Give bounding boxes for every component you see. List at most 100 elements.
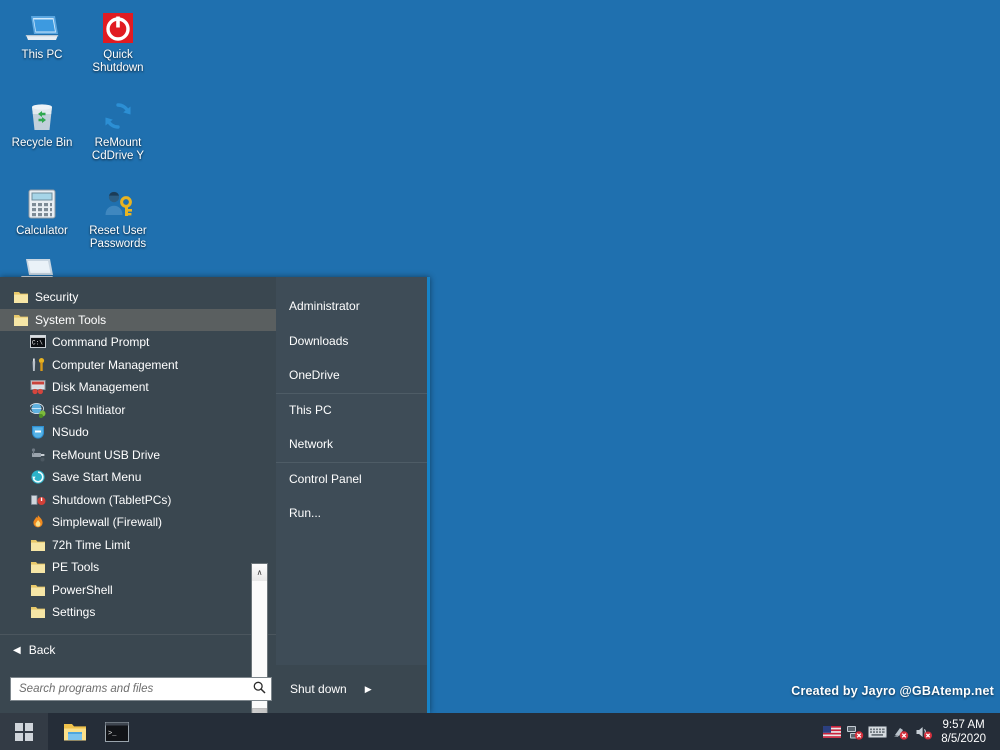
back-arrow-icon: ◀ — [13, 645, 21, 656]
program-item-label: PE Tools — [52, 560, 99, 574]
program-item-72h-time-limit[interactable]: 72h Time Limit — [0, 534, 276, 557]
desktop-icon-label: This PC — [22, 49, 63, 62]
power-icon — [100, 10, 136, 46]
start-menu-right-panel[interactable]: Administrator Downloads OneDrive This PC Net… — [276, 277, 427, 665]
start-menu-bottom-bar: Shut down ▶ — [0, 665, 427, 713]
folder-explorer-icon — [63, 721, 87, 743]
program-item-label: iSCSI Initiator — [52, 403, 125, 417]
taskbar-item-command-prompt[interactable]: >_ — [96, 713, 138, 750]
program-item-label: Save Start Menu — [52, 470, 141, 484]
program-item-label: Computer Management — [52, 358, 178, 372]
folder-icon — [30, 559, 46, 575]
watermark: Created by Jayro @GBAtemp.net — [791, 684, 994, 698]
search-input[interactable] — [19, 683, 253, 695]
program-list[interactable]: Security System Tools C:\Command Prompt … — [0, 277, 276, 634]
desktop-icon-this-pc[interactable]: This PC — [4, 4, 80, 92]
program-item-computer-management[interactable]: Computer Management — [0, 354, 276, 377]
user-key-icon — [100, 186, 136, 222]
refresh-icon — [100, 98, 136, 134]
start-menu-right-item-label: Administrator — [289, 299, 360, 313]
usb-icon — [30, 447, 46, 463]
console-icon: >_ — [105, 722, 129, 742]
program-item-simplewall-firewall[interactable]: Simplewall (Firewall) — [0, 511, 276, 534]
program-item-label: Disk Management — [52, 380, 149, 394]
cmd-icon: C:\ — [30, 334, 46, 350]
folder-icon — [13, 289, 29, 305]
start-menu-right-item-label: Control Panel — [289, 472, 362, 486]
start-menu-right-item-label: OneDrive — [289, 368, 340, 382]
start-menu-right-item-label: This PC — [289, 403, 332, 417]
start-menu-body: Security System Tools C:\Command Prompt … — [0, 277, 427, 665]
shut-down-label: Shut down — [290, 682, 347, 696]
desktop-icon-recycle-bin[interactable]: Recycle Bin — [4, 92, 80, 180]
desktop-icon-label: ReMount CdDrive Y — [81, 137, 155, 163]
desktop-icon-quick-shutdown[interactable]: Quick Shutdown — [80, 4, 156, 92]
folder-icon — [30, 537, 46, 553]
program-item-label: System Tools — [35, 313, 106, 327]
program-item-label: NSudo — [52, 425, 89, 439]
start-menu-right-item-network[interactable]: Network — [276, 427, 427, 462]
shut-down-options-arrow-icon[interactable]: ▶ — [365, 684, 372, 695]
search-box[interactable] — [10, 677, 272, 701]
desktop-icon-calculator[interactable]: Calculator — [4, 180, 80, 268]
program-item-remount-usb-drive[interactable]: ReMount USB Drive — [0, 444, 276, 467]
start-menu-right-item-onedrive[interactable]: OneDrive — [276, 358, 427, 393]
start-menu-left-panel: Security System Tools C:\Command Prompt … — [0, 277, 276, 665]
action-center-icon[interactable] — [889, 713, 912, 750]
svg-text:>_: >_ — [108, 730, 117, 738]
start-menu-right-item-label: Network — [289, 437, 333, 451]
shut-down-button[interactable]: Shut down — [290, 682, 347, 696]
start-menu-right-item-administrator[interactable]: Administrator — [276, 289, 427, 324]
program-item-pe-tools[interactable]: PE Tools — [0, 556, 276, 579]
program-item-disk-management[interactable]: Disk Management — [0, 376, 276, 399]
program-item-nsudo[interactable]: NSudo — [0, 421, 276, 444]
volume-muted-icon[interactable] — [912, 713, 935, 750]
folder-icon — [30, 582, 46, 598]
program-item-powershell[interactable]: PowerShell — [0, 579, 276, 602]
desktop-icon-reset-user-passwords[interactable]: Reset User Passwords — [80, 180, 156, 268]
start-button[interactable] — [0, 713, 48, 750]
keyboard-icon[interactable] — [866, 713, 889, 750]
search-icon[interactable] — [253, 681, 267, 697]
save-circle-icon — [30, 469, 46, 485]
clock-time: 9:57 AM — [941, 718, 986, 732]
desktop-icon-label: Quick Shutdown — [81, 49, 155, 75]
scroll-up-button[interactable]: ∧ — [252, 564, 267, 581]
start-menu-right-item-run[interactable]: Run... — [276, 496, 427, 531]
program-item-label: Command Prompt — [52, 335, 149, 349]
program-item-label: ReMount USB Drive — [52, 448, 160, 462]
desktop-icon-remount-cddrive[interactable]: ReMount CdDrive Y — [80, 92, 156, 180]
start-menu-right-item-label: Run... — [289, 506, 321, 520]
taskbar-item-file-explorer[interactable] — [54, 713, 96, 750]
program-item-shutdown-tabletpcs[interactable]: Shutdown (TabletPCs) — [0, 489, 276, 512]
windows-logo-icon — [15, 723, 33, 741]
folder-icon — [30, 604, 46, 620]
back-button[interactable]: ◀ Back — [0, 634, 276, 665]
start-menu[interactable]: Security System Tools C:\Command Prompt … — [0, 277, 430, 713]
desktop-icon-label: Recycle Bin — [12, 137, 73, 150]
program-item-save-start-menu[interactable]: Save Start Menu — [0, 466, 276, 489]
program-item-security[interactable]: Security — [0, 286, 276, 309]
start-menu-right-item-this-pc[interactable]: This PC — [276, 393, 427, 428]
program-item-iscsi-initiator[interactable]: iSCSI Initiator — [0, 399, 276, 422]
language-flag-icon[interactable] — [820, 713, 843, 750]
tablet-power-icon — [30, 492, 46, 508]
start-menu-right-item-control-panel[interactable]: Control Panel — [276, 462, 427, 497]
desktop-icon-label: Calculator — [16, 225, 68, 238]
start-menu-right-item-downloads[interactable]: Downloads — [276, 324, 427, 359]
svg-text:C:\: C:\ — [32, 340, 43, 347]
network-disconnected-icon[interactable] — [843, 713, 866, 750]
folder-icon — [13, 312, 29, 328]
program-item-system-tools[interactable]: System Tools — [0, 309, 276, 332]
calculator-icon — [24, 186, 60, 222]
program-item-settings[interactable]: Settings — [0, 601, 276, 624]
tools-icon — [30, 357, 46, 373]
program-item-label: 72h Time Limit — [52, 538, 130, 552]
clock[interactable]: 9:57 AM 8/5/2020 — [935, 718, 994, 746]
clock-date: 8/5/2020 — [941, 732, 986, 746]
program-item-label: Shutdown (TabletPCs) — [52, 493, 171, 507]
program-item-command-prompt[interactable]: C:\ Command Prompt — [0, 331, 276, 354]
taskbar[interactable]: >_ — [0, 713, 1000, 750]
taskbar-pinned-items: >_ — [54, 713, 138, 750]
system-tray: 9:57 AM 8/5/2020 — [820, 713, 1000, 750]
